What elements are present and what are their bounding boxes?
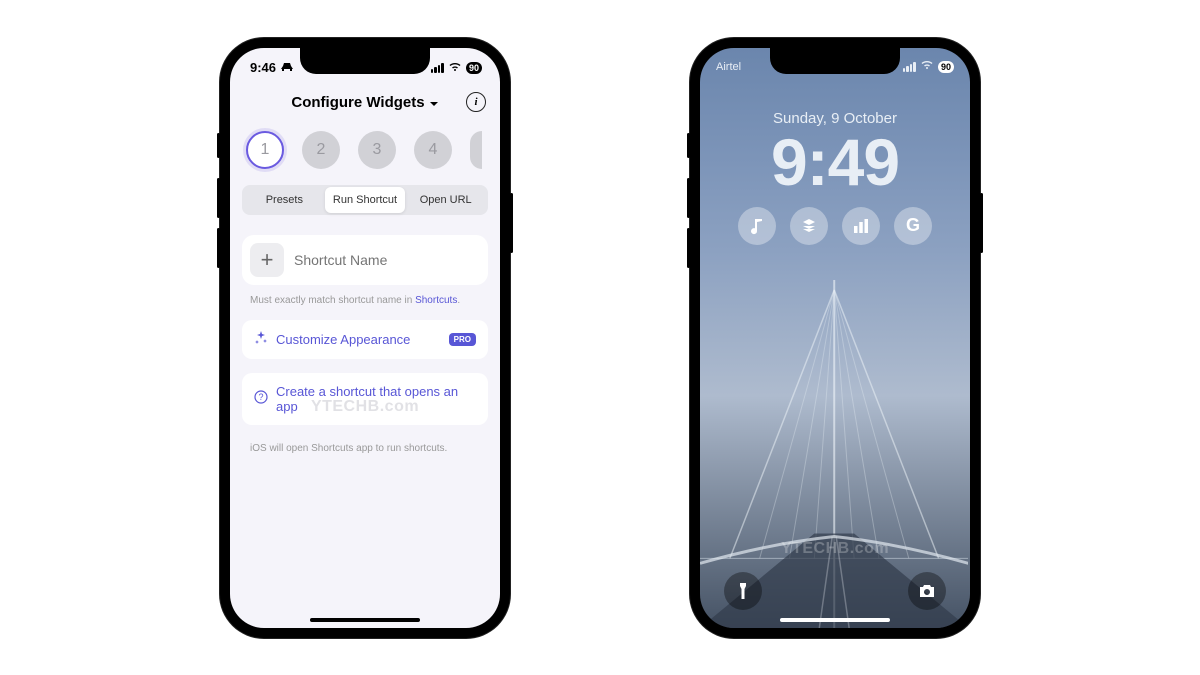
info-button[interactable]: i: [466, 92, 486, 112]
lock-date: Sunday, 9 October: [773, 110, 897, 127]
segment-presets[interactable]: Presets: [244, 187, 325, 213]
carrier-label: Airtel: [716, 61, 741, 73]
battery-icon: 90: [938, 61, 954, 73]
lock-screen: Airtel 90 Sunday, 9 October 9:49 G: [700, 48, 970, 628]
flashlight-button[interactable]: [724, 572, 762, 610]
home-indicator[interactable]: [780, 618, 890, 622]
configure-widgets-screen: 9:46 90 Configure Widgets i: [230, 48, 500, 628]
lock-widget-row: G: [738, 207, 932, 245]
watermark: YTECHB.com: [781, 540, 889, 558]
music-note-icon: [748, 217, 766, 235]
question-circle-icon: ?: [254, 390, 268, 407]
wifi-icon: [448, 60, 462, 75]
lock-time: 9:49: [771, 129, 899, 195]
chevron-down-icon: [429, 94, 439, 111]
mode-segmented-control: Presets Run Shortcut Open URL: [242, 185, 488, 215]
shortcut-hint: Must exactly match shortcut name in Shor…: [242, 291, 488, 320]
battery-icon: 90: [466, 62, 482, 74]
add-icon-button[interactable]: +: [250, 243, 284, 277]
signal-icon: [903, 62, 916, 72]
camera-button[interactable]: [908, 572, 946, 610]
widget-slot-4[interactable]: 4: [414, 131, 452, 169]
pro-badge: PRO: [449, 333, 476, 346]
sparkle-icon: [254, 331, 268, 348]
customize-appearance-row[interactable]: Customize Appearance PRO: [242, 320, 488, 359]
camera-icon: [918, 583, 936, 599]
header-title-dropdown[interactable]: Configure Widgets: [291, 94, 438, 111]
lock-widget-music[interactable]: [738, 207, 776, 245]
phone-right: Airtel 90 Sunday, 9 October 9:49 G: [690, 38, 980, 638]
ios-note: iOS will open Shortcuts app to run short…: [242, 439, 488, 468]
svg-text:?: ?: [258, 392, 263, 402]
segment-run-shortcut[interactable]: Run Shortcut: [325, 187, 406, 213]
shortcut-name-input[interactable]: [294, 252, 480, 268]
shortcuts-link[interactable]: Shortcuts: [415, 295, 457, 306]
customize-label: Customize Appearance: [276, 332, 441, 347]
carplay-icon: [280, 60, 294, 75]
create-shortcut-label: Create a shortcut that opens an app: [276, 384, 476, 414]
header: Configure Widgets i: [230, 88, 500, 121]
lock-widget-chart[interactable]: [842, 207, 880, 245]
wifi-icon: [920, 60, 934, 73]
create-shortcut-row[interactable]: ? Create a shortcut that opens an app: [242, 373, 488, 425]
google-g-icon: G: [906, 215, 920, 236]
widget-slot-3[interactable]: 3: [358, 131, 396, 169]
shortcut-name-card: +: [242, 235, 488, 285]
notch: [770, 48, 900, 74]
page-title: Configure Widgets: [291, 94, 424, 111]
status-time: 9:46: [250, 60, 276, 75]
widget-slot-5-partial[interactable]: [470, 131, 482, 169]
widget-slot-2[interactable]: 2: [302, 131, 340, 169]
layers-icon: [800, 217, 818, 235]
widget-slot-1[interactable]: 1: [246, 131, 284, 169]
lock-widget-google[interactable]: G: [894, 207, 932, 245]
lock-widget-layers[interactable]: [790, 207, 828, 245]
segment-open-url[interactable]: Open URL: [405, 187, 486, 213]
flashlight-icon: [735, 582, 751, 600]
home-indicator[interactable]: [310, 618, 420, 622]
bar-chart-icon: [852, 217, 870, 235]
notch: [300, 48, 430, 74]
signal-icon: [431, 63, 444, 73]
phone-left: 9:46 90 Configure Widgets i: [220, 38, 510, 638]
widget-slot-row: 1 2 3 4: [230, 121, 500, 185]
